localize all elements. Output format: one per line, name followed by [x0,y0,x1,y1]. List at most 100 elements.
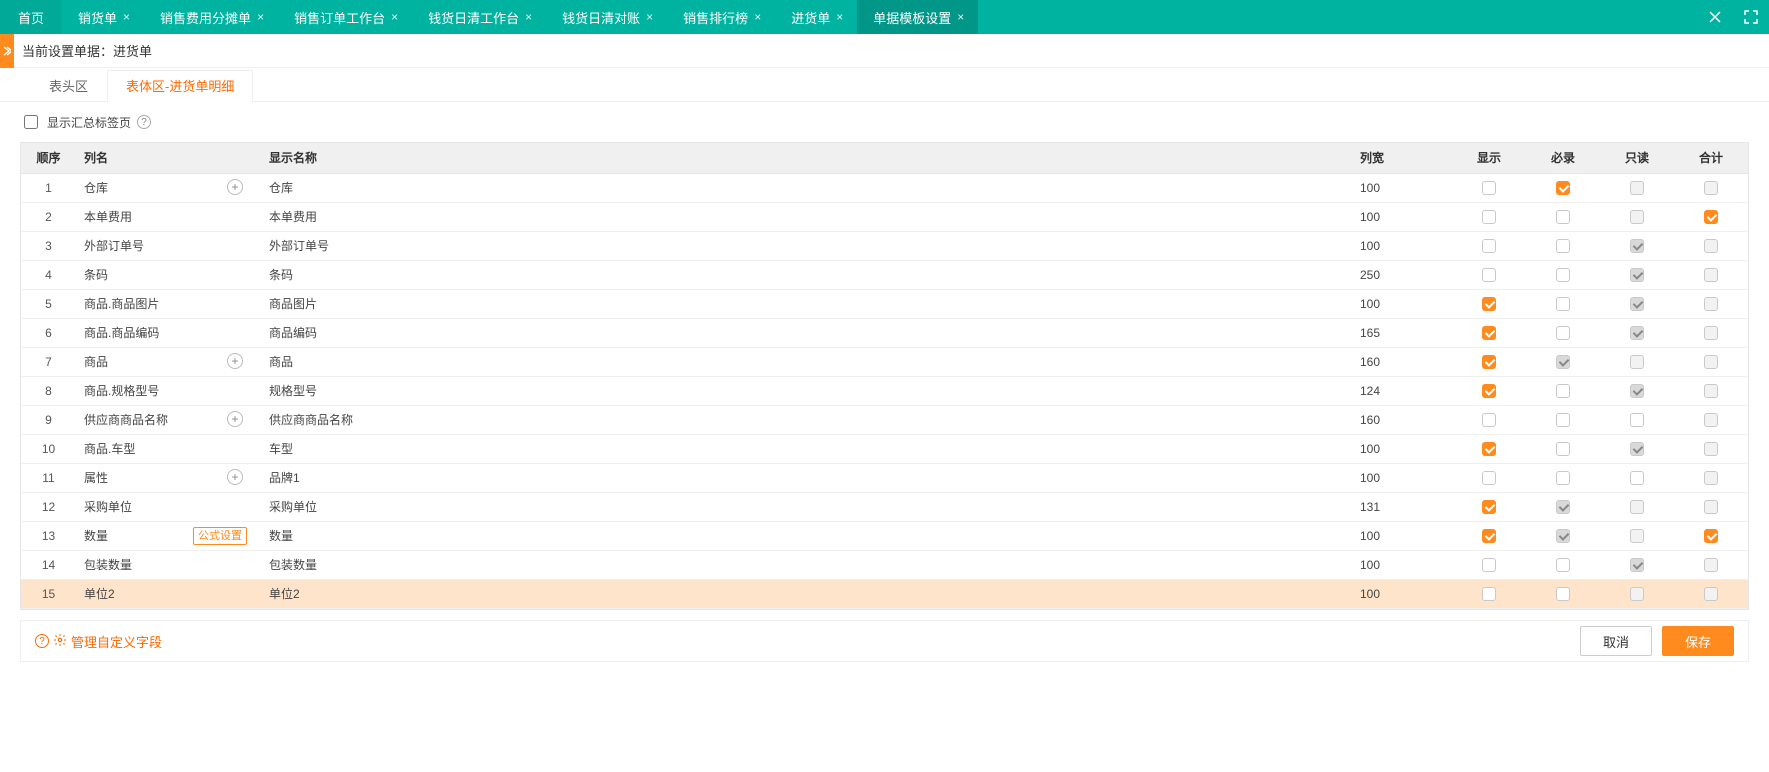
checkbox[interactable] [1482,413,1496,427]
table-row[interactable]: 5商品.商品图片商品图片100 [21,289,1748,318]
checkbox[interactable] [1556,471,1570,485]
sidebar-toggle[interactable] [0,34,14,68]
checkbox[interactable] [1482,210,1496,224]
close-icon[interactable]: × [754,10,761,24]
table-row[interactable]: 8商品.规格型号规格型号124 [21,376,1748,405]
add-icon[interactable]: + [227,469,243,485]
checkbox[interactable] [1556,413,1570,427]
cell-display-name[interactable]: 条码 [261,260,1352,289]
table-row[interactable]: 14包装数量包装数量100 [21,550,1748,579]
checkbox[interactable] [1556,384,1570,398]
close-icon[interactable]: × [257,10,264,24]
table-row[interactable]: 2本单费用本单费用100 [21,202,1748,231]
tab-进货单[interactable]: 进货单× [775,0,857,34]
cell-display-name[interactable]: 包装数量 [261,550,1352,579]
checkbox[interactable] [1556,558,1570,572]
table-row[interactable]: 4条码条码250 [21,260,1748,289]
cancel-button[interactable]: 取消 [1580,626,1652,656]
close-icon[interactable]: × [836,10,843,24]
manage-custom-fields-link[interactable]: 管理自定义字段 [71,632,162,651]
checkbox[interactable] [1482,297,1496,311]
cell-width[interactable]: 160 [1352,405,1452,434]
checkbox[interactable] [1556,442,1570,456]
help-icon[interactable]: ? [137,115,151,129]
table-row[interactable]: 6商品.商品编码商品编码165 [21,318,1748,347]
checkbox[interactable] [1556,587,1570,601]
cell-width[interactable]: 124 [1352,376,1452,405]
checkbox[interactable] [1482,355,1496,369]
table-row[interactable]: 7商品+商品160 [21,347,1748,376]
fullscreen-button[interactable] [1733,0,1769,34]
cell-width[interactable]: 131 [1352,492,1452,521]
table-row[interactable]: 11属性+品牌1100 [21,463,1748,492]
table-row[interactable]: 9供应商商品名称+供应商商品名称160 [21,405,1748,434]
cell-display-name[interactable]: 单位2 [261,579,1352,608]
table-row[interactable]: 3外部订单号外部订单号100 [21,231,1748,260]
tab-首页[interactable]: 首页 [0,0,62,34]
checkbox[interactable] [1482,442,1496,456]
tab-钱货日清对账[interactable]: 钱货日清对账× [546,0,667,34]
cell-display-name[interactable]: 仓库 [261,173,1352,202]
add-icon[interactable]: + [227,179,243,195]
checkbox[interactable] [1556,297,1570,311]
table-row[interactable]: 12采购单位采购单位131 [21,492,1748,521]
cell-width[interactable]: 100 [1352,463,1452,492]
cell-display-name[interactable]: 商品 [261,347,1352,376]
save-button[interactable]: 保存 [1662,626,1734,656]
cell-width[interactable]: 100 [1352,434,1452,463]
show-summary-checkbox[interactable] [24,115,38,129]
checkbox[interactable] [1556,210,1570,224]
checkbox[interactable] [1482,384,1496,398]
cell-width[interactable]: 100 [1352,289,1452,318]
cell-width[interactable]: 100 [1352,231,1452,260]
cell-display-name[interactable]: 本单费用 [261,202,1352,231]
close-icon[interactable]: × [123,10,130,24]
cell-display-name[interactable]: 规格型号 [261,376,1352,405]
checkbox[interactable] [1482,181,1496,195]
tab-钱货日清工作台[interactable]: 钱货日清工作台× [412,0,546,34]
cell-width[interactable]: 100 [1352,521,1452,550]
checkbox[interactable] [1482,326,1496,340]
table-row[interactable]: 15单位2单位2100 [21,579,1748,608]
formula-button[interactable]: 公式设置 [193,527,247,545]
cell-width[interactable]: 100 [1352,579,1452,608]
tab-销售费用分摊单[interactable]: 销售费用分摊单× [144,0,278,34]
tab-销售排行榜[interactable]: 销售排行榜× [667,0,775,34]
checkbox[interactable] [1482,471,1496,485]
checkbox[interactable] [1556,181,1570,195]
checkbox[interactable] [1630,471,1644,485]
close-icon[interactable]: × [646,10,653,24]
table-row[interactable]: 1仓库+仓库100 [21,173,1748,202]
cell-display-name[interactable]: 外部订单号 [261,231,1352,260]
checkbox[interactable] [1482,587,1496,601]
checkbox[interactable] [1556,239,1570,253]
checkbox[interactable] [1630,413,1644,427]
close-icon[interactable]: × [525,10,532,24]
cell-display-name[interactable]: 供应商商品名称 [261,405,1352,434]
cell-display-name[interactable]: 商品图片 [261,289,1352,318]
tab-销货单[interactable]: 销货单× [62,0,144,34]
checkbox[interactable] [1482,239,1496,253]
checkbox[interactable] [1482,500,1496,514]
sub-tab-表头区[interactable]: 表头区 [30,70,107,102]
cell-display-name[interactable]: 车型 [261,434,1352,463]
close-icon[interactable]: × [957,10,964,24]
cell-width[interactable]: 100 [1352,173,1452,202]
cell-display-name[interactable]: 商品编码 [261,318,1352,347]
cell-display-name[interactable]: 数量 [261,521,1352,550]
checkbox[interactable] [1482,558,1496,572]
close-icon[interactable]: × [391,10,398,24]
add-icon[interactable]: + [227,353,243,369]
checkbox[interactable] [1482,268,1496,282]
cell-display-name[interactable]: 品牌1 [261,463,1352,492]
tab-单据模板设置[interactable]: 单据模板设置× [857,0,978,34]
add-icon[interactable]: + [227,411,243,427]
sub-tab-表体区-进货单明细[interactable]: 表体区-进货单明细 [107,70,253,102]
checkbox[interactable] [1556,268,1570,282]
checkbox[interactable] [1704,210,1718,224]
cell-width[interactable]: 165 [1352,318,1452,347]
table-row[interactable]: 10商品.车型车型100 [21,434,1748,463]
table-row[interactable]: 13数量公式设置数量100 [21,521,1748,550]
close-all-button[interactable] [1697,0,1733,34]
grid-scroll[interactable]: 顺序 列名 显示名称 列宽 显示 必录 只读 合计 1仓库+仓库1002本单费用… [21,143,1748,609]
